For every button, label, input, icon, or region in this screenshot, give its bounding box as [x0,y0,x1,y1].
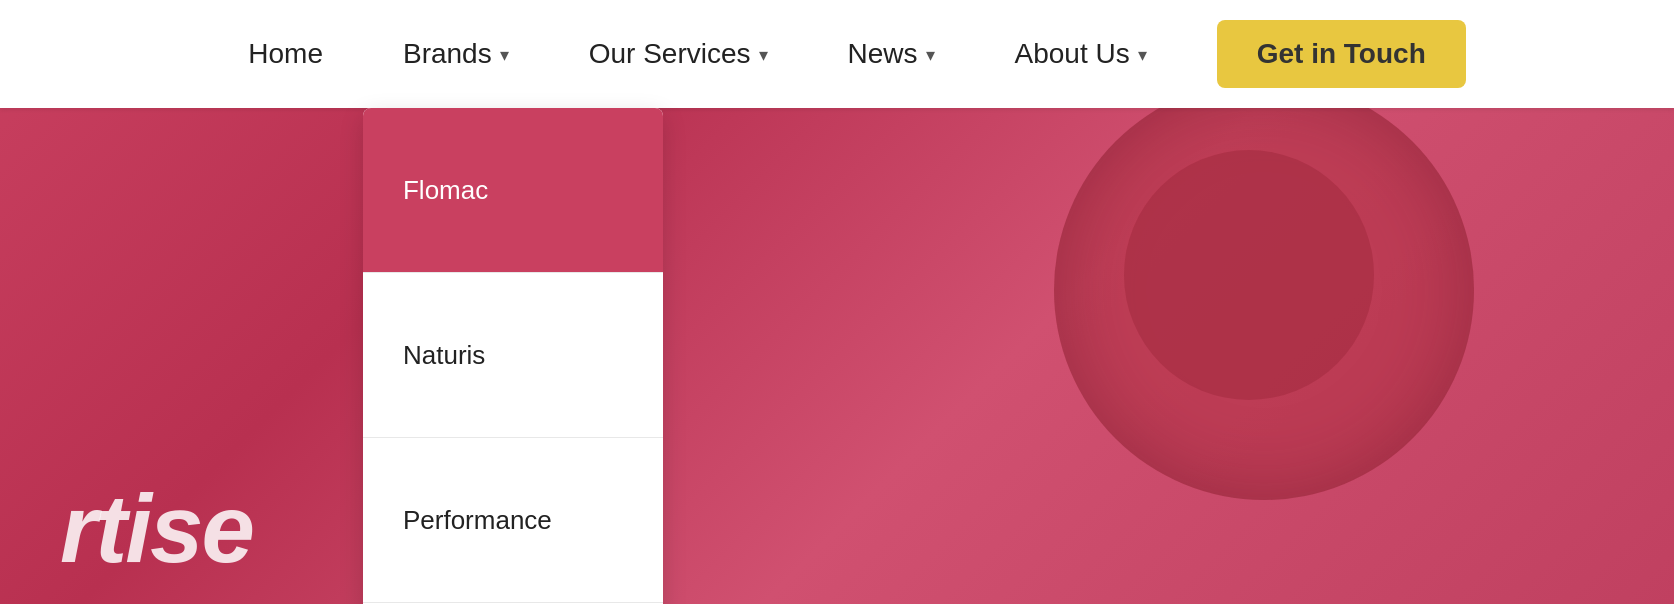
about-label: About Us [1015,0,1130,108]
hero-large-text: rtise [60,475,253,582]
dropdown-item-naturis[interactable]: Naturis [363,273,663,438]
services-label: Our Services [589,0,751,108]
brands-dropdown: Flomac Naturis Performance Pharma Pharma… [363,108,663,604]
hero-text-area: rtise [60,474,253,584]
services-chevron-icon: ▾ [759,1,768,109]
nav-items: Home Brands ▾ Flomac Naturis Performance… [80,0,1594,108]
nav-brands[interactable]: Brands ▾ Flomac Naturis Performance Phar… [363,0,549,108]
news-label: News [848,0,918,108]
about-chevron-icon: ▾ [1138,1,1147,109]
brands-chevron-icon: ▾ [500,1,509,109]
nav-about[interactable]: About Us ▾ [975,0,1187,108]
brands-label: Brands [403,0,492,108]
navbar: Home Brands ▾ Flomac Naturis Performance… [0,0,1674,108]
get-in-touch-button[interactable]: Get in Touch [1217,20,1466,88]
dropdown-item-performance[interactable]: Performance [363,438,663,603]
nav-services[interactable]: Our Services ▾ [549,0,808,108]
nav-news[interactable]: News ▾ [808,0,975,108]
home-label: Home [248,0,323,108]
dropdown-item-flomac[interactable]: Flomac [363,108,663,273]
nav-home[interactable]: Home [208,0,363,108]
news-chevron-icon: ▾ [926,1,935,109]
